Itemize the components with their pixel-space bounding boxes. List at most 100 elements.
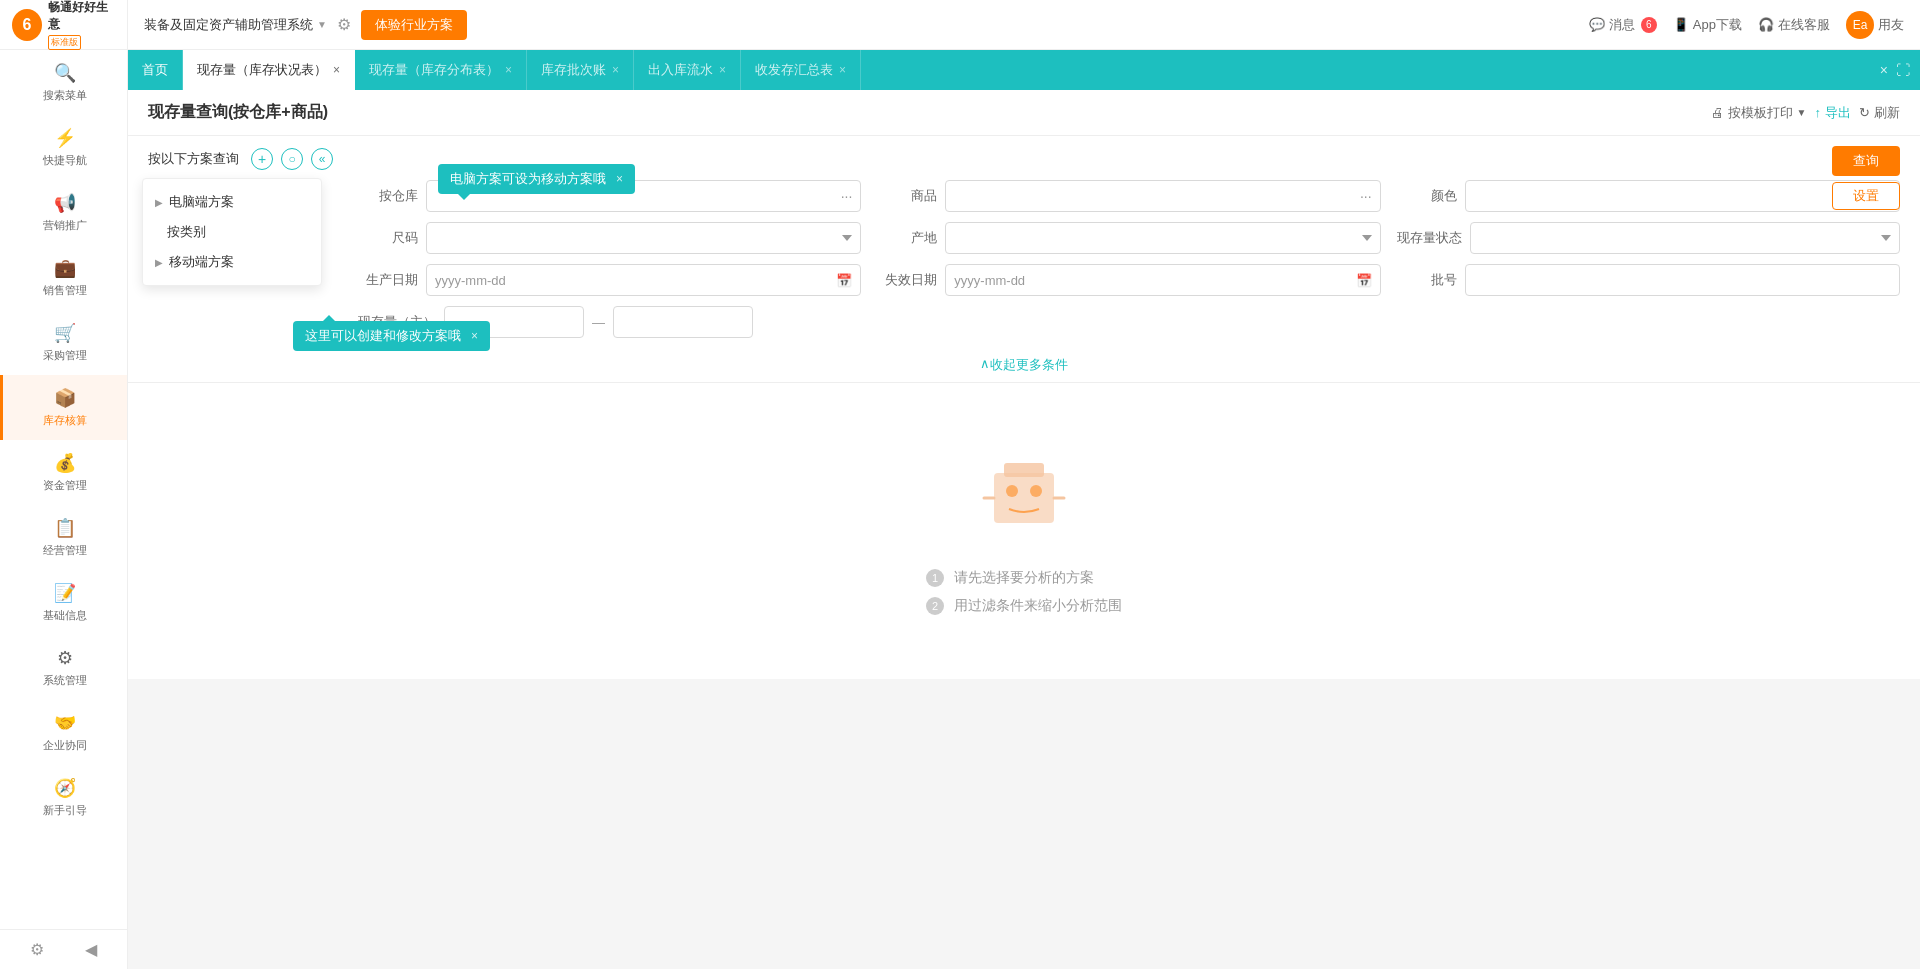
trial-btn[interactable]: 体验行业方案 xyxy=(361,10,467,40)
filter-row-2: 尺码 产地 现存量状态 xyxy=(358,222,1900,254)
filter-section: 按以下方案查询 + ○ « ▶ 电脑端方案 按类别 ▶ xyxy=(128,136,1920,383)
edit-scheme-btn[interactable]: ○ xyxy=(281,148,303,170)
filter-field-stock-status: 现存量状态 xyxy=(1397,222,1900,254)
tab-label-batch-ledger: 库存批次账 xyxy=(541,61,606,79)
tab-inventory-status[interactable]: 现存量（库存状况表） × xyxy=(183,50,355,90)
tab-label-inventory-status: 现存量（库存状况表） xyxy=(197,61,327,79)
tooltip2-close[interactable]: × xyxy=(471,329,478,343)
add-scheme-btn[interactable]: + xyxy=(251,148,273,170)
settings-bottom-icon[interactable]: ⚙ xyxy=(30,940,44,959)
marketing-icon: 📢 xyxy=(54,192,76,214)
page-title: 现存量查询(按仓库+商品) xyxy=(148,102,328,123)
sidebar-item-basic[interactable]: 📝 基础信息 xyxy=(0,570,127,635)
tab-close-inventory-status[interactable]: × xyxy=(333,64,340,76)
svg-point-2 xyxy=(1006,485,1018,497)
batch-no-label: 批号 xyxy=(1397,271,1457,289)
chevron-down-icon-2: ▼ xyxy=(1797,107,1807,118)
empty-step1: 1 请先选择要分析的方案 xyxy=(926,563,1122,591)
scheme-item-category[interactable]: 按类别 xyxy=(143,217,321,247)
system-name: 装备及固定资产辅助管理系统 xyxy=(144,16,313,34)
export-btn[interactable]: ↑ 导出 xyxy=(1815,104,1852,122)
goods-input-wrapper[interactable]: ··· xyxy=(945,180,1380,212)
tooltip-desktop-to-mobile: 电脑方案可设为移动方案哦 × xyxy=(438,164,635,194)
expand-icon-2: ▶ xyxy=(155,257,163,268)
scheme-panel: ▶ 电脑端方案 按类别 ▶ 移动端方案 xyxy=(142,178,322,286)
tooltip1-close[interactable]: × xyxy=(616,172,623,186)
settings-icon[interactable]: ⚙ xyxy=(337,15,351,34)
page-content: 现存量查询(按仓库+商品) 🖨 按模板打印 ▼ ↑ 导出 ↻ 刷新 xyxy=(128,90,1920,969)
sidebar-label-purchase: 采购管理 xyxy=(43,348,87,363)
sidebar-item-finance[interactable]: 💰 资金管理 xyxy=(0,440,127,505)
refresh-btn[interactable]: ↻ 刷新 xyxy=(1859,104,1900,122)
produce-date-input[interactable]: yyyy-mm-dd 📅 xyxy=(426,264,861,296)
batch-no-input[interactable] xyxy=(1465,264,1900,296)
sidebar-item-operation[interactable]: 📋 经营管理 xyxy=(0,505,127,570)
sidebar-item-purchase[interactable]: 🛒 采购管理 xyxy=(0,310,127,375)
online-support-btn[interactable]: 🎧 在线客服 xyxy=(1758,16,1830,34)
tab-in-out-flow[interactable]: 出入库流水 × xyxy=(634,50,741,90)
template-print-btn[interactable]: 🖨 按模板打印 ▼ xyxy=(1711,104,1807,122)
expire-date-input[interactable]: yyyy-mm-dd 📅 xyxy=(945,264,1380,296)
sidebar-item-inventory[interactable]: 📦 库存核算 xyxy=(0,375,127,440)
sidebar-label-enterprise: 企业协同 xyxy=(43,738,87,753)
tab-close-all-btn[interactable]: × xyxy=(1880,62,1888,78)
sidebar-label-basic: 基础信息 xyxy=(43,608,87,623)
app-download-btn[interactable]: 📱 App下载 xyxy=(1673,16,1742,34)
message-btn[interactable]: 💬 消息 6 xyxy=(1589,16,1657,34)
search-btn[interactable]: 查询 xyxy=(1832,146,1900,176)
goods-dots-icon: ··· xyxy=(1360,188,1372,204)
filter-row-3: 生产日期 yyyy-mm-dd 📅 失效日期 yyyy-mm-dd 📅 xyxy=(358,264,1900,296)
export-icon: ↑ xyxy=(1815,105,1822,120)
sidebar-item-system[interactable]: ⚙ 系统管理 xyxy=(0,635,127,700)
tab-close-in-out-flow[interactable]: × xyxy=(719,64,726,76)
user-btn[interactable]: Ea 用友 xyxy=(1846,11,1904,39)
sidebar-label-marketing: 营销推广 xyxy=(43,218,87,233)
sidebar-item-quick[interactable]: ⚡ 快捷导航 xyxy=(0,115,127,180)
stock-qty-max-input[interactable] xyxy=(613,306,753,338)
sidebar-bottom: ⚙ ◀ xyxy=(0,929,127,969)
tab-recv-send-summary[interactable]: 收发存汇总表 × xyxy=(741,50,861,90)
tab-home[interactable]: 首页 xyxy=(128,50,183,90)
sidebar-item-marketing[interactable]: 📢 营销推广 xyxy=(0,180,127,245)
sidebar-label-finance: 资金管理 xyxy=(43,478,87,493)
tab-close-batch-ledger[interactable]: × xyxy=(612,64,619,76)
size-select[interactable] xyxy=(426,222,861,254)
expand-icon: ▶ xyxy=(155,197,163,208)
sidebar-label-operation: 经营管理 xyxy=(43,543,87,558)
filter-header: 按以下方案查询 + ○ « xyxy=(148,148,1900,170)
sidebar-item-guide[interactable]: 🧭 新手引导 xyxy=(0,765,127,830)
system-selector[interactable]: 装备及固定资产辅助管理系统 ▼ xyxy=(144,16,327,34)
range-separator: — xyxy=(592,315,605,330)
tab-close-inventory-dist[interactable]: × xyxy=(505,64,512,76)
company-name: 畅通好好生意 xyxy=(48,0,115,33)
tab-batch-ledger[interactable]: 库存批次账 × xyxy=(527,50,634,90)
svg-rect-1 xyxy=(1004,463,1044,477)
stock-status-select[interactable] xyxy=(1470,222,1900,254)
search-icon: 🔍 xyxy=(54,62,76,84)
sidebar-item-sales[interactable]: 💼 销售管理 xyxy=(0,245,127,310)
scheme-item-mobile[interactable]: ▶ 移动端方案 xyxy=(143,247,321,277)
collapse-icon[interactable]: ◀ xyxy=(85,940,97,959)
tab-close-recv-send-summary[interactable]: × xyxy=(839,64,846,76)
filter-field-goods: 商品 ··· xyxy=(877,180,1380,212)
size-label: 尺码 xyxy=(358,229,418,247)
sidebar-label-search: 搜索菜单 xyxy=(43,88,87,103)
warehouse-dots-icon: ··· xyxy=(841,188,853,204)
inventory-icon: 📦 xyxy=(54,387,76,409)
filter-field-expire-date: 失效日期 yyyy-mm-dd 📅 xyxy=(877,264,1380,296)
origin-select[interactable] xyxy=(945,222,1380,254)
back-btn[interactable]: « xyxy=(311,148,333,170)
sidebar-item-enterprise[interactable]: 🤝 企业协同 xyxy=(0,700,127,765)
empty-state: 1 请先选择要分析的方案 2 用过滤条件来缩小分析范围 xyxy=(128,383,1920,679)
sidebar-nav: 🔍 搜索菜单 ⚡ 快捷导航 📢 营销推广 💼 销售管理 🛒 采购管理 📦 库存核… xyxy=(0,50,127,929)
setting-btn[interactable]: 设置 xyxy=(1832,182,1900,210)
tab-expand-btn[interactable]: ⛶ xyxy=(1896,62,1910,78)
collapse-btn[interactable]: ∧ 收起更多条件 xyxy=(148,348,1900,382)
sidebar-item-search[interactable]: 🔍 搜索菜单 xyxy=(0,50,127,115)
scheme-item-desktop[interactable]: ▶ 电脑端方案 xyxy=(143,187,321,217)
tab-inventory-dist[interactable]: 现存量（库存分布表） × xyxy=(355,50,527,90)
goods-label: 商品 xyxy=(877,187,937,205)
filter-row-4: 现存量（主） — xyxy=(358,306,1900,338)
tooltip-create-scheme: 这里可以创建和修改方案哦 × xyxy=(293,321,490,351)
expire-date-placeholder: yyyy-mm-dd xyxy=(954,273,1025,288)
